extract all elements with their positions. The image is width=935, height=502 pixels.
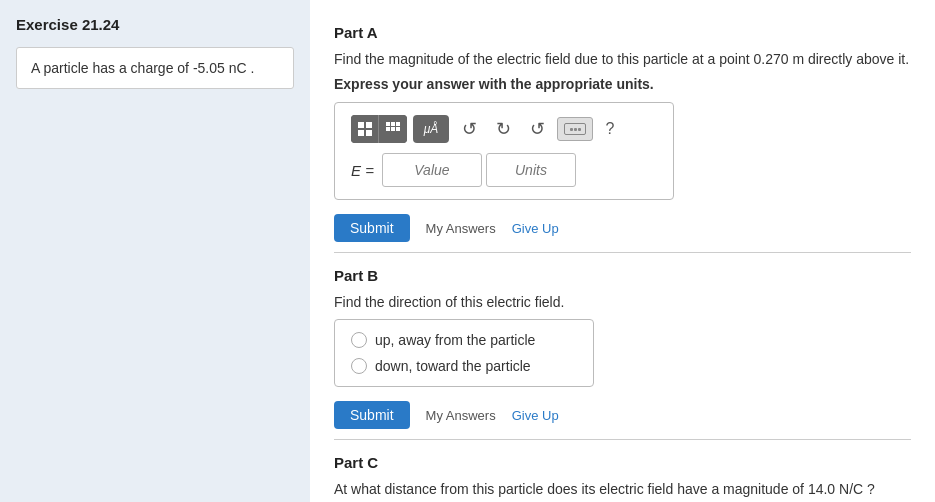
radio-option-up[interactable]: up, away from the particle bbox=[351, 332, 577, 348]
svg-rect-7 bbox=[386, 127, 390, 131]
grid2-icon-btn[interactable] bbox=[379, 115, 407, 143]
part-a-my-answers-link[interactable]: My Answers bbox=[426, 221, 496, 236]
svg-rect-4 bbox=[386, 122, 390, 126]
refresh-btn[interactable]: ↺ bbox=[523, 115, 551, 143]
part-a-section: Part A Find the magnitude of the electri… bbox=[334, 10, 911, 253]
keyboard-btn[interactable] bbox=[557, 117, 593, 141]
svg-rect-3 bbox=[366, 130, 372, 136]
part-a-give-up-link[interactable]: Give Up bbox=[512, 221, 559, 236]
radio-circle-up[interactable] bbox=[351, 332, 367, 348]
part-a-label: Part A bbox=[334, 24, 911, 41]
svg-rect-6 bbox=[396, 122, 400, 126]
part-a-toolbar: μÅ ↺ ↻ ↺ ? bbox=[351, 115, 657, 143]
part-b-label: Part B bbox=[334, 267, 911, 284]
part-a-submit-row: Submit My Answers Give Up bbox=[334, 214, 911, 242]
part-b-question: Find the direction of this electric fiel… bbox=[334, 292, 911, 313]
help-icon: ? bbox=[606, 120, 615, 138]
svg-rect-9 bbox=[396, 127, 400, 131]
radio-label-down: down, toward the particle bbox=[375, 358, 531, 374]
help-btn[interactable]: ? bbox=[599, 118, 621, 140]
part-b-my-answers-link[interactable]: My Answers bbox=[426, 408, 496, 423]
svg-rect-8 bbox=[391, 127, 395, 131]
sidebar: Exercise 21.24 A particle has a charge o… bbox=[0, 0, 310, 502]
svg-rect-1 bbox=[366, 122, 372, 128]
mu-label: μÅ bbox=[424, 122, 439, 136]
part-b-submit-row: Submit My Answers Give Up bbox=[334, 401, 911, 429]
keyboard-icon bbox=[564, 123, 586, 135]
part-b-submit-btn[interactable]: Submit bbox=[334, 401, 410, 429]
part-a-answer-box: μÅ ↺ ↻ ↺ ? E = bbox=[334, 102, 674, 200]
main-content: Part A Find the magnitude of the electri… bbox=[310, 0, 935, 502]
part-a-submit-btn[interactable]: Submit bbox=[334, 214, 410, 242]
mu-btn[interactable]: μÅ bbox=[413, 115, 449, 143]
value-input[interactable] bbox=[382, 153, 482, 187]
svg-rect-2 bbox=[358, 130, 364, 136]
part-c-section: Part C At what distance from this partic… bbox=[334, 440, 911, 502]
eq-label: E = bbox=[351, 162, 374, 179]
grid-icon-btn[interactable] bbox=[351, 115, 379, 143]
part-b-give-up-link[interactable]: Give Up bbox=[512, 408, 559, 423]
exercise-description: A particle has a charge of -5.05 nC . bbox=[16, 47, 294, 89]
redo-btn[interactable]: ↻ bbox=[489, 115, 517, 143]
svg-rect-0 bbox=[358, 122, 364, 128]
radio-circle-down[interactable] bbox=[351, 358, 367, 374]
exercise-text: A particle has a charge of -5.05 nC . bbox=[31, 60, 254, 76]
part-a-value-row: E = bbox=[351, 153, 657, 187]
part-a-express: Express your answer with the appropriate… bbox=[334, 76, 911, 92]
part-c-label: Part C bbox=[334, 454, 911, 471]
part-b-section: Part B Find the direction of this electr… bbox=[334, 253, 911, 440]
units-input[interactable] bbox=[486, 153, 576, 187]
svg-rect-5 bbox=[391, 122, 395, 126]
part-a-question: Find the magnitude of the electric field… bbox=[334, 49, 911, 70]
radio-label-up: up, away from the particle bbox=[375, 332, 535, 348]
undo-btn[interactable]: ↺ bbox=[455, 115, 483, 143]
radio-option-down[interactable]: down, toward the particle bbox=[351, 358, 577, 374]
grid-icon-group bbox=[351, 115, 407, 143]
part-c-question: At what distance from this particle does… bbox=[334, 479, 911, 500]
part-b-radio-box: up, away from the particle down, toward … bbox=[334, 319, 594, 387]
exercise-title: Exercise 21.24 bbox=[16, 16, 294, 33]
